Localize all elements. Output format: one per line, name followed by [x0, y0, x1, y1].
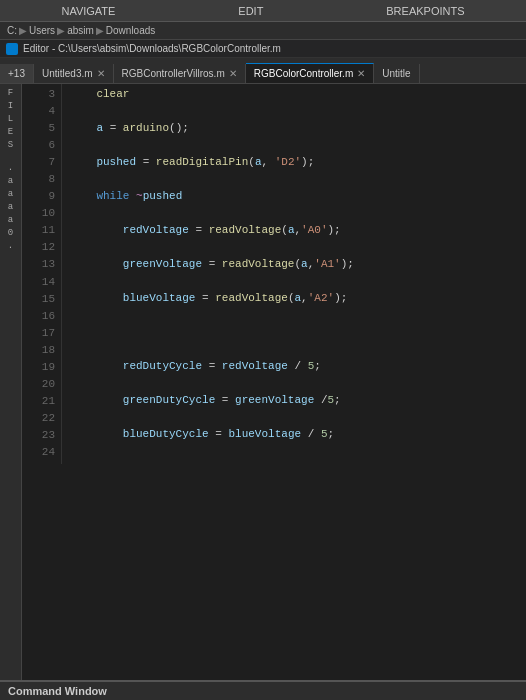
tab-untitled3[interactable]: Untitled3.m ✕ [34, 64, 114, 83]
tabs-bar: +13 Untitled3.m ✕ RGBControllerVillros.m… [0, 58, 526, 84]
breadcrumb: C: ▶ Users ▶ absim ▶ Downloads [0, 22, 526, 40]
line-numbers: 3 4 5 6 7 8 9 10 11 12 13 14 15 16 17 18… [22, 84, 62, 464]
tab-close-rgbcolor[interactable]: ✕ [357, 68, 365, 79]
file-icon [6, 43, 18, 55]
menu-navigate[interactable]: NAVIGATE [51, 3, 125, 19]
main-layout: F I L E S . a a a a 0 . 3 4 5 6 7 8 9 10… [0, 84, 526, 680]
breadcrumb-downloads[interactable]: Downloads [106, 25, 155, 36]
tab-rgbcolor[interactable]: RGBColorController.m ✕ [246, 63, 374, 83]
menu-breakpoints[interactable]: BREAKPOINTS [376, 3, 474, 19]
filepath-bar: Editor - C:\Users\absim\Downloads\RGBCol… [0, 40, 526, 58]
tab-close-rgbvillros[interactable]: ✕ [229, 68, 237, 79]
tab-modified[interactable]: +13 [0, 64, 34, 83]
left-sidebar: F I L E S . a a a a 0 . [0, 84, 22, 680]
command-window-title: Command Window [0, 682, 526, 700]
breadcrumb-absim[interactable]: absim [67, 25, 94, 36]
breadcrumb-c[interactable]: C: [7, 25, 17, 36]
menu-bar: NAVIGATE EDIT BREAKPOINTS [0, 0, 526, 22]
editor-area: 3 4 5 6 7 8 9 10 11 12 13 14 15 16 17 18… [22, 84, 408, 464]
code-editor[interactable]: clear a = arduino(); pushed = readDigita… [62, 84, 408, 464]
tab-close-untitled3[interactable]: ✕ [97, 68, 105, 79]
command-window: Command Window >> >> RGBColorController … [0, 680, 526, 700]
tab-untitle[interactable]: Untitle [374, 64, 419, 83]
menu-edit[interactable]: EDIT [228, 3, 273, 19]
filepath-text: Editor - C:\Users\absim\Downloads\RGBCol… [23, 43, 281, 54]
tab-rgbvillros[interactable]: RGBControllerVillros.m ✕ [114, 64, 246, 83]
breadcrumb-users[interactable]: Users [29, 25, 55, 36]
